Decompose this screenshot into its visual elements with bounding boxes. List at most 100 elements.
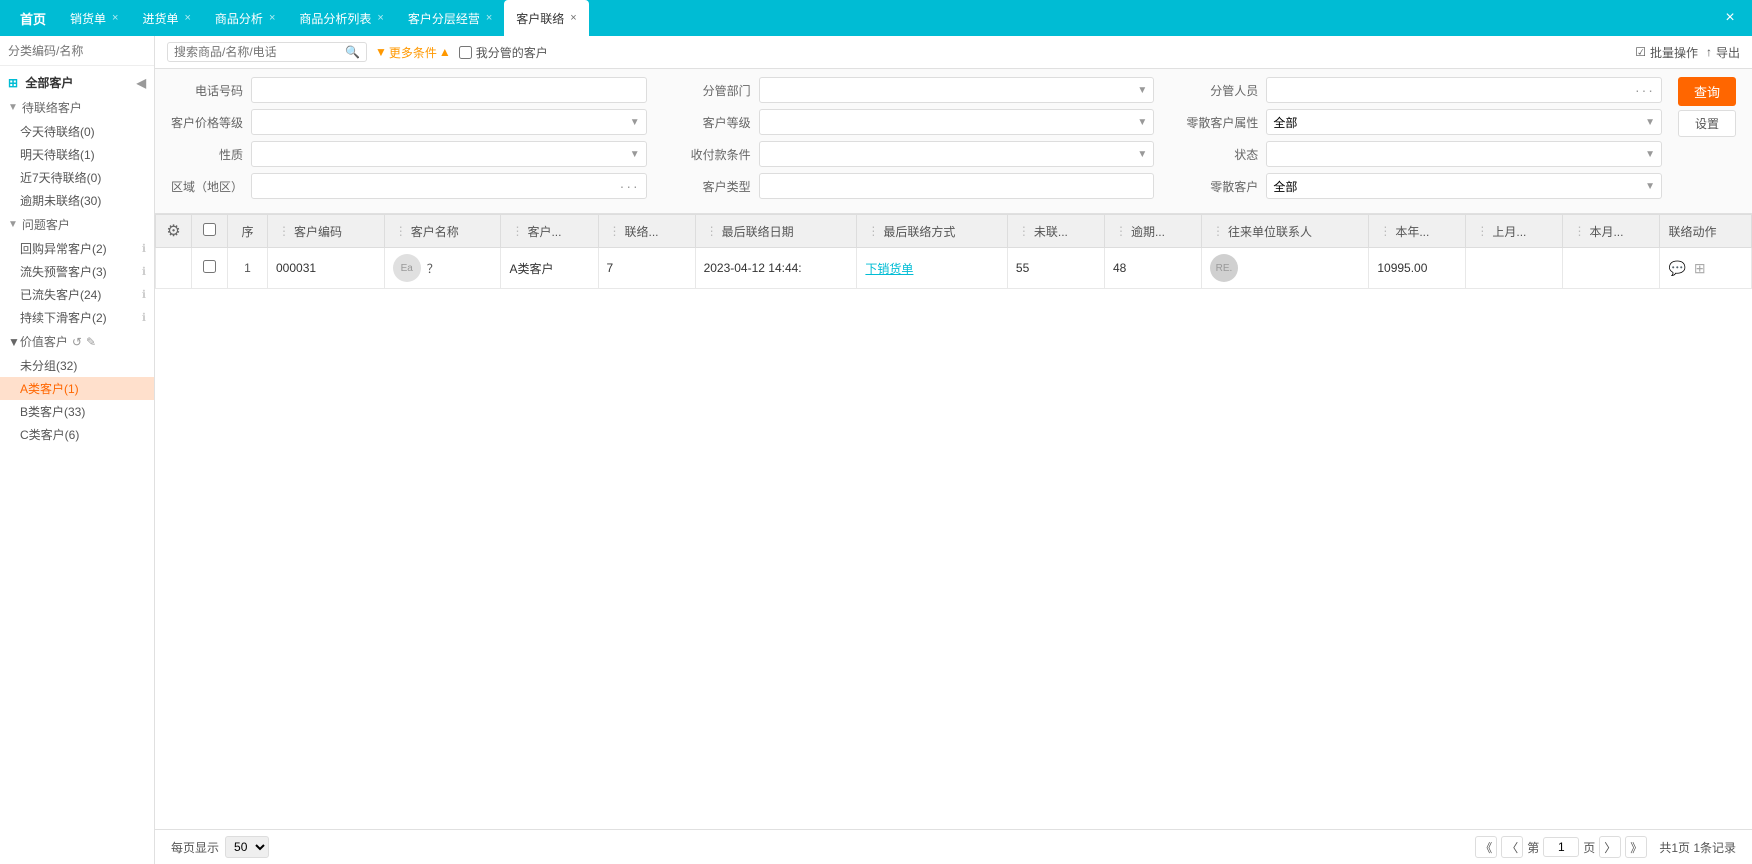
row-checkbox[interactable] <box>203 260 216 273</box>
sidebar-item-overdue[interactable]: 逾期未联络(30) <box>0 189 154 212</box>
sidebar-item-tomorrow[interactable]: 明天待联络(1) <box>0 143 154 166</box>
page-of-label: 页 <box>1583 839 1595 856</box>
sidebar-collapse-icon[interactable]: ◀ <box>137 76 146 90</box>
filter-retail-customer-select[interactable]: 全部 ▼ <box>1266 173 1662 199</box>
nav-sales-close[interactable]: × <box>112 12 118 24</box>
sidebar-search-input[interactable] <box>8 44 155 58</box>
nav-product-analysis-list-close[interactable]: × <box>377 12 383 24</box>
chat-icon[interactable]: 💬 <box>1668 260 1685 277</box>
col-last-month[interactable]: ⋮ 上月... <box>1466 215 1563 248</box>
filter-mine-checkbox[interactable] <box>459 46 472 59</box>
col-checkbox[interactable] <box>192 215 228 248</box>
filter-retail-customer-label: 零散客户 <box>1186 178 1266 195</box>
filter-dept-select[interactable]: ▼ <box>759 77 1155 103</box>
qr-icon[interactable]: ⊞ <box>1694 260 1706 277</box>
filter-status-select[interactable]: ▼ <box>1266 141 1662 167</box>
nav-home[interactable]: 首页 <box>8 0 58 36</box>
nav-customer-layer[interactable]: 客户分层经营 × <box>396 0 504 36</box>
table-settings-gear-icon[interactable]: ⚙ <box>166 223 180 240</box>
sidebar-item-class-b[interactable]: B类客户(33) <box>0 400 154 423</box>
page-number-input[interactable] <box>1543 837 1579 857</box>
pagination-controls: 《 〈 第 页 〉 》 共1页 1条记录 <box>1475 836 1736 858</box>
col-year-amount[interactable]: ⋮ 本年... <box>1369 215 1466 248</box>
dept-arrow-icon: ▼ <box>1137 85 1147 96</box>
sidebar-item-today[interactable]: 今天待联络(0) <box>0 120 154 143</box>
next-page-button[interactable]: 〉 <box>1599 836 1621 858</box>
sidebar-item-7days[interactable]: 近7天待联络(0) <box>0 166 154 189</box>
sidebar-section-problem[interactable]: ▼ 问题客户 <box>0 212 154 237</box>
nav-customer-layer-close[interactable]: × <box>486 12 492 24</box>
filter-customer-level-select[interactable]: ▼ <box>759 109 1155 135</box>
edit-icon[interactable]: ✎ <box>86 335 96 349</box>
col-this-month[interactable]: ⋮ 本月... <box>1563 215 1660 248</box>
sidebar-section-value[interactable]: ▼ 价值客户 ↺ ✎ <box>0 329 154 354</box>
filter-more-conditions[interactable]: ▼ 更多条件 ▲ <box>375 44 451 61</box>
sidebar-item-declining[interactable]: 持续下滑客户(2) ℹ <box>0 306 154 329</box>
col-last-date[interactable]: ⋮ 最后联络日期 <box>695 215 857 248</box>
sidebar-section-pending[interactable]: ▼ 待联络客户 <box>0 95 154 120</box>
last-page-button[interactable]: 》 <box>1625 836 1647 858</box>
row-checkbox-cell[interactable] <box>192 248 228 289</box>
filter-retail-attr-label: 零散客户属性 <box>1186 114 1266 131</box>
filter-nature-label: 性质 <box>171 146 251 163</box>
sidebar-item-class-c[interactable]: C类客户(6) <box>0 423 154 446</box>
row-overdue-cell: 48 <box>1104 248 1201 289</box>
col-settings[interactable]: ⚙ <box>156 215 192 248</box>
col-divider-11: ⋮ <box>1476 224 1488 238</box>
select-all-checkbox[interactable] <box>203 223 216 236</box>
nav-customer-contact-close[interactable]: × <box>570 12 576 24</box>
row-name[interactable]: ？ <box>427 260 439 277</box>
nav-purchase[interactable]: 进货单 × <box>130 0 202 36</box>
filter-price-level-select[interactable]: ▼ <box>251 109 647 135</box>
nav-purchase-close[interactable]: × <box>184 12 190 24</box>
col-contact-person[interactable]: ⋮ 往来单位联系人 <box>1201 215 1368 248</box>
customer-table: ⚙ 序 ⋮ 客户编码 <box>155 214 1752 289</box>
export-button[interactable]: ↑ 导出 <box>1706 44 1740 61</box>
first-page-button[interactable]: 《 <box>1475 836 1497 858</box>
col-last-method[interactable]: ⋮ 最后联络方式 <box>857 215 1007 248</box>
col-code-label: 客户编码 <box>294 223 342 240</box>
col-divider-10: ⋮ <box>1379 224 1391 238</box>
col-last-date-label: 最后联络日期 <box>722 223 794 240</box>
refresh-icon[interactable]: ↺ <box>72 335 82 349</box>
col-contact-count[interactable]: ⋮ 联络... <box>598 215 695 248</box>
nav-sales[interactable]: 销货单 × <box>58 0 130 36</box>
filter-payment-select[interactable]: ▼ <box>759 141 1155 167</box>
filter-my-customers[interactable]: 我分管的客户 <box>459 44 548 61</box>
sidebar-item-churn-warning[interactable]: 流失预警客户(3) ℹ <box>0 260 154 283</box>
filter-region-input[interactable]: ··· <box>251 173 647 199</box>
nav-product-analysis-list[interactable]: 商品分析列表 × <box>287 0 395 36</box>
filter-phone-input[interactable] <box>251 77 647 103</box>
col-code[interactable]: ⋮ 客户编码 <box>268 215 385 248</box>
col-divider-9: ⋮ <box>1212 224 1224 238</box>
col-last-month-label: 上月... <box>1492 223 1526 240</box>
filter-retail-customer: 零散客户 全部 ▼ <box>1186 173 1662 199</box>
filter-nature-select[interactable]: ▼ <box>251 141 647 167</box>
prev-page-button[interactable]: 〈 <box>1501 836 1523 858</box>
sidebar-item-churned[interactable]: 已流失客户(24) ℹ <box>0 283 154 306</box>
col-overdue[interactable]: ⋮ 逾期... <box>1104 215 1201 248</box>
query-button[interactable]: 查询 <box>1678 77 1736 106</box>
filter-customer-type-input[interactable] <box>759 173 1155 199</box>
filter-search-icon[interactable]: 🔍 <box>345 45 360 59</box>
filter-dept-label: 分管部门 <box>679 82 759 99</box>
nav-product-analysis-close[interactable]: × <box>269 12 275 24</box>
settings-button[interactable]: 设置 <box>1678 110 1736 137</box>
filter-retail-attr-select[interactable]: 全部 ▼ <box>1266 109 1662 135</box>
window-close-button[interactable]: × <box>1716 4 1744 32</box>
nav-product-analysis[interactable]: 商品分析 × <box>203 0 287 36</box>
filter-search-input[interactable] <box>174 45 345 59</box>
nav-customer-contact[interactable]: 客户联络 × <box>504 0 588 36</box>
sidebar-item-ungrouped[interactable]: 未分组(32) <box>0 354 154 377</box>
contact-person-avatar: RE. <box>1210 254 1238 282</box>
col-level[interactable]: ⋮ 客户... <box>501 215 598 248</box>
value-section-label: 价值客户 <box>20 333 68 350</box>
col-uncontacted[interactable]: ⋮ 未联... <box>1007 215 1104 248</box>
filter-manager-input[interactable]: ··· <box>1266 77 1662 103</box>
batch-operation-button[interactable]: ☑ 批量操作 <box>1635 44 1698 61</box>
col-name[interactable]: ⋮ 客户名称 <box>384 215 501 248</box>
sidebar-item-class-a[interactable]: A类客户(1) <box>0 377 154 400</box>
sidebar-item-repurchase-abnormal[interactable]: 回购异常客户(2) ℹ <box>0 237 154 260</box>
row-last-method[interactable]: 下销货单 <box>865 262 913 276</box>
per-page-select[interactable]: 50 <box>225 836 269 858</box>
